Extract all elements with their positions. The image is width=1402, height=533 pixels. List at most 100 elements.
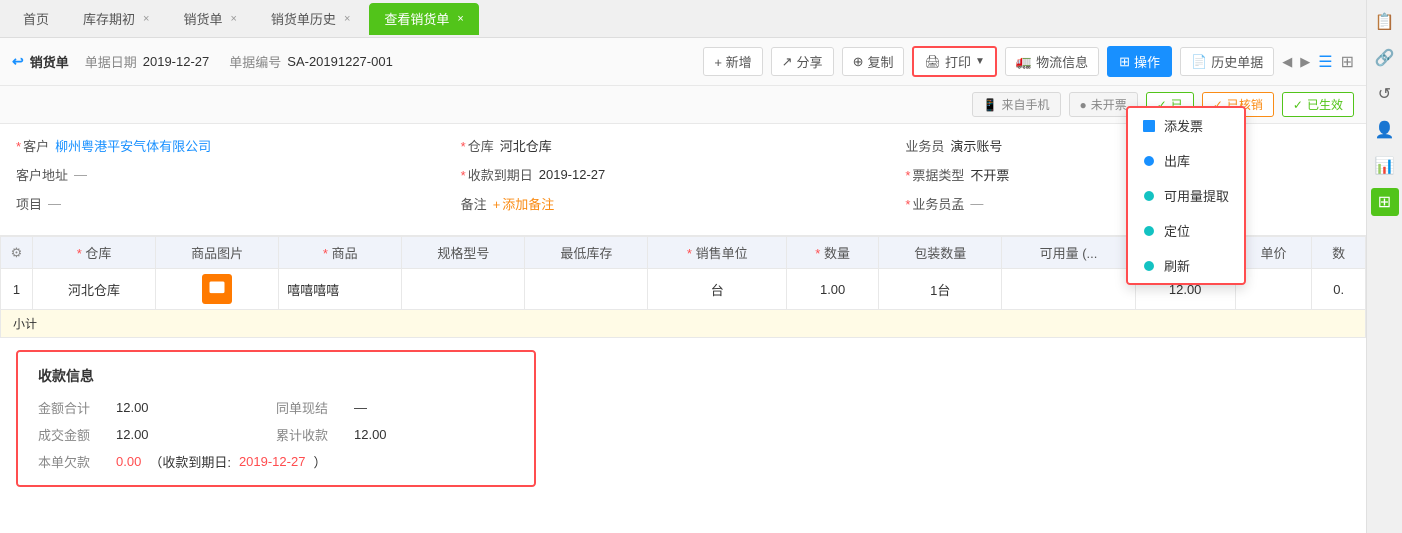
available-icon bbox=[1142, 189, 1156, 203]
footer-info: 收款信息 金额合计 12.00 同单现结 — 成交金额 12.00 bbox=[0, 338, 1366, 499]
td-unit: 台 bbox=[648, 269, 787, 310]
settlement-value: — bbox=[354, 400, 367, 415]
sidebar-refresh-icon[interactable]: ↺ bbox=[1371, 80, 1399, 108]
nav-right-icon[interactable]: ▶ bbox=[1300, 54, 1310, 70]
from-phone-btn[interactable]: 📱 来自手机 bbox=[972, 92, 1061, 117]
th-warehouse: * 仓库 bbox=[33, 237, 156, 269]
settlement-row: 同单现结 — bbox=[276, 398, 514, 417]
td-pack-qty: 1台 bbox=[879, 269, 1002, 310]
print-label: 打印 bbox=[945, 52, 971, 71]
view-icon-1[interactable]: ☰ bbox=[1318, 52, 1332, 72]
sidebar-expand-icon[interactable]: ⊞ bbox=[1371, 188, 1399, 216]
tab-view-sales-label: 查看销货单 bbox=[384, 9, 449, 28]
tab-sales-close[interactable]: × bbox=[230, 13, 236, 25]
copy-icon: ⊕ bbox=[853, 54, 864, 70]
nav-left-icon[interactable]: ◀ bbox=[1282, 54, 1292, 70]
tab-home[interactable]: 首页 bbox=[8, 3, 64, 35]
tab-inventory-close[interactable]: × bbox=[143, 13, 149, 25]
th-qty: * 数量 bbox=[787, 237, 879, 269]
tab-sales-history-close[interactable]: × bbox=[344, 13, 350, 25]
due-date: 2019-12-27 bbox=[239, 454, 306, 469]
add-note-btn[interactable]: 添加备注 bbox=[493, 194, 555, 213]
history-icon: 📄 bbox=[1191, 54, 1207, 70]
cumulative-value: 12.00 bbox=[354, 427, 387, 442]
settings-icon[interactable]: ⚙ bbox=[11, 245, 23, 260]
customer-label: 客户 bbox=[16, 136, 49, 155]
th-settings[interactable]: ⚙ bbox=[1, 237, 33, 269]
td-num: 1 bbox=[1, 269, 33, 310]
tab-inventory[interactable]: 库存期初 × bbox=[68, 3, 164, 35]
tab-sales[interactable]: 销货单 × bbox=[168, 3, 251, 35]
copy-btn[interactable]: ⊕ 复制 bbox=[842, 47, 905, 76]
sidebar-chart-icon[interactable]: 📊 bbox=[1371, 152, 1399, 180]
doc-header: ↩ 销货单 单据日期 2019-12-27 单据编号 SA-20191227-0… bbox=[0, 38, 1366, 86]
payment-date-label: 收款到期日 bbox=[461, 165, 533, 184]
sidebar-link-icon[interactable]: 🔗 bbox=[1371, 44, 1399, 72]
sidebar-doc-icon[interactable]: 📋 bbox=[1371, 8, 1399, 36]
copy-label: 复制 bbox=[867, 52, 893, 71]
td-available bbox=[1002, 269, 1135, 310]
warehouse-value: 河北仓库 bbox=[500, 136, 552, 155]
payment-date-value: 2019-12-27 bbox=[539, 167, 606, 182]
sidebar-user-icon[interactable]: 👤 bbox=[1371, 116, 1399, 144]
dropdown-available[interactable]: 可用量提取 bbox=[1128, 178, 1244, 213]
operate-dropdown: 添发票 出库 可用量提取 定位 刷新 bbox=[1126, 106, 1246, 285]
tab-bar: 首页 库存期初 × 销货单 × 销货单历史 × 查看销货单 × × bbox=[0, 0, 1402, 38]
address-group: 客户地址 — bbox=[16, 165, 461, 184]
tab-sales-label: 销货单 bbox=[183, 9, 222, 28]
deal-row: 成交金额 12.00 bbox=[38, 425, 276, 444]
staff-label: 业务员 bbox=[905, 136, 944, 155]
th-price: 单价 bbox=[1235, 237, 1312, 269]
ticket-type-label: 票据类型 bbox=[905, 165, 964, 184]
from-phone-label: 来自手机 bbox=[1001, 96, 1049, 113]
tab-sales-history[interactable]: 销货单历史 × bbox=[256, 3, 365, 35]
doc-number-label: 单据编号 bbox=[229, 52, 281, 71]
history-label: 历史单据 bbox=[1211, 52, 1263, 71]
th-min-stock: 最低库存 bbox=[525, 237, 648, 269]
doc-number-value: SA-20191227-001 bbox=[287, 54, 393, 69]
customer-value[interactable]: 柳州粤港平安气体有限公司 bbox=[55, 136, 211, 155]
view-icon-2[interactable]: ⊞ bbox=[1341, 52, 1354, 72]
payment-date-group: 收款到期日 2019-12-27 bbox=[461, 165, 906, 184]
deal-label: 成交金额 bbox=[38, 425, 108, 444]
not-open-label: 未开票 bbox=[1091, 96, 1127, 113]
dropdown-locate[interactable]: 定位 bbox=[1128, 213, 1244, 248]
effective-icon: ✓ bbox=[1293, 98, 1303, 112]
history-btn[interactable]: 📄 历史单据 bbox=[1180, 47, 1274, 76]
print-dropdown-icon: ▼ bbox=[975, 56, 985, 67]
product-image bbox=[202, 274, 232, 304]
th-product: * 商品 bbox=[279, 237, 402, 269]
print-btn[interactable]: 🖨 打印 ▼ bbox=[912, 46, 996, 77]
th-pack-qty: 包装数量 bbox=[879, 237, 1002, 269]
tab-view-sales-close[interactable]: × bbox=[457, 13, 463, 25]
effective-btn[interactable]: ✓ 已生效 bbox=[1282, 92, 1354, 117]
staff-value: 演示账号 bbox=[950, 136, 1002, 155]
tab-sales-history-label: 销货单历史 bbox=[271, 9, 336, 28]
tab-home-label: 首页 bbox=[23, 9, 49, 28]
doc-meta: 单据日期 2019-12-27 单据编号 SA-20191227-001 bbox=[85, 52, 393, 71]
payment-info-title: 收款信息 bbox=[38, 366, 514, 386]
doc-date-value: 2019-12-27 bbox=[143, 54, 210, 69]
doc-title-icon: ↩ bbox=[12, 53, 24, 70]
td-warehouse: 河北仓库 bbox=[33, 269, 156, 310]
dropdown-refresh[interactable]: 刷新 bbox=[1128, 248, 1244, 283]
operate-btn[interactable]: ⊞ 操作 bbox=[1107, 46, 1172, 77]
due-note-end: ） bbox=[313, 452, 326, 471]
dropdown-add-invoice[interactable]: 添发票 bbox=[1128, 108, 1244, 143]
operate-label: 操作 bbox=[1134, 52, 1160, 71]
amount-row: 金额合计 12.00 bbox=[38, 398, 276, 417]
new-btn[interactable]: + 新增 bbox=[703, 47, 762, 76]
logistics-btn[interactable]: 🚛 物流信息 bbox=[1005, 47, 1099, 76]
share-icon: ↗ bbox=[782, 54, 793, 70]
due-value: 0.00 bbox=[116, 454, 141, 469]
share-btn[interactable]: ↗ 分享 bbox=[771, 47, 834, 76]
settlement-label: 同单现结 bbox=[276, 398, 346, 417]
available-label: 可用量提取 bbox=[1164, 186, 1229, 205]
tab-view-sales[interactable]: 查看销货单 × bbox=[369, 3, 478, 35]
right-sidebar: 📋 🔗 ↺ 👤 📊 ⊞ bbox=[1366, 0, 1402, 533]
address-label: 客户地址 bbox=[16, 165, 68, 184]
logistics-icon: 🚛 bbox=[1016, 54, 1032, 70]
customer-group: 客户 柳州粤港平安气体有限公司 bbox=[16, 136, 461, 155]
product-img-icon bbox=[207, 279, 227, 299]
dropdown-outbound[interactable]: 出库 bbox=[1128, 143, 1244, 178]
